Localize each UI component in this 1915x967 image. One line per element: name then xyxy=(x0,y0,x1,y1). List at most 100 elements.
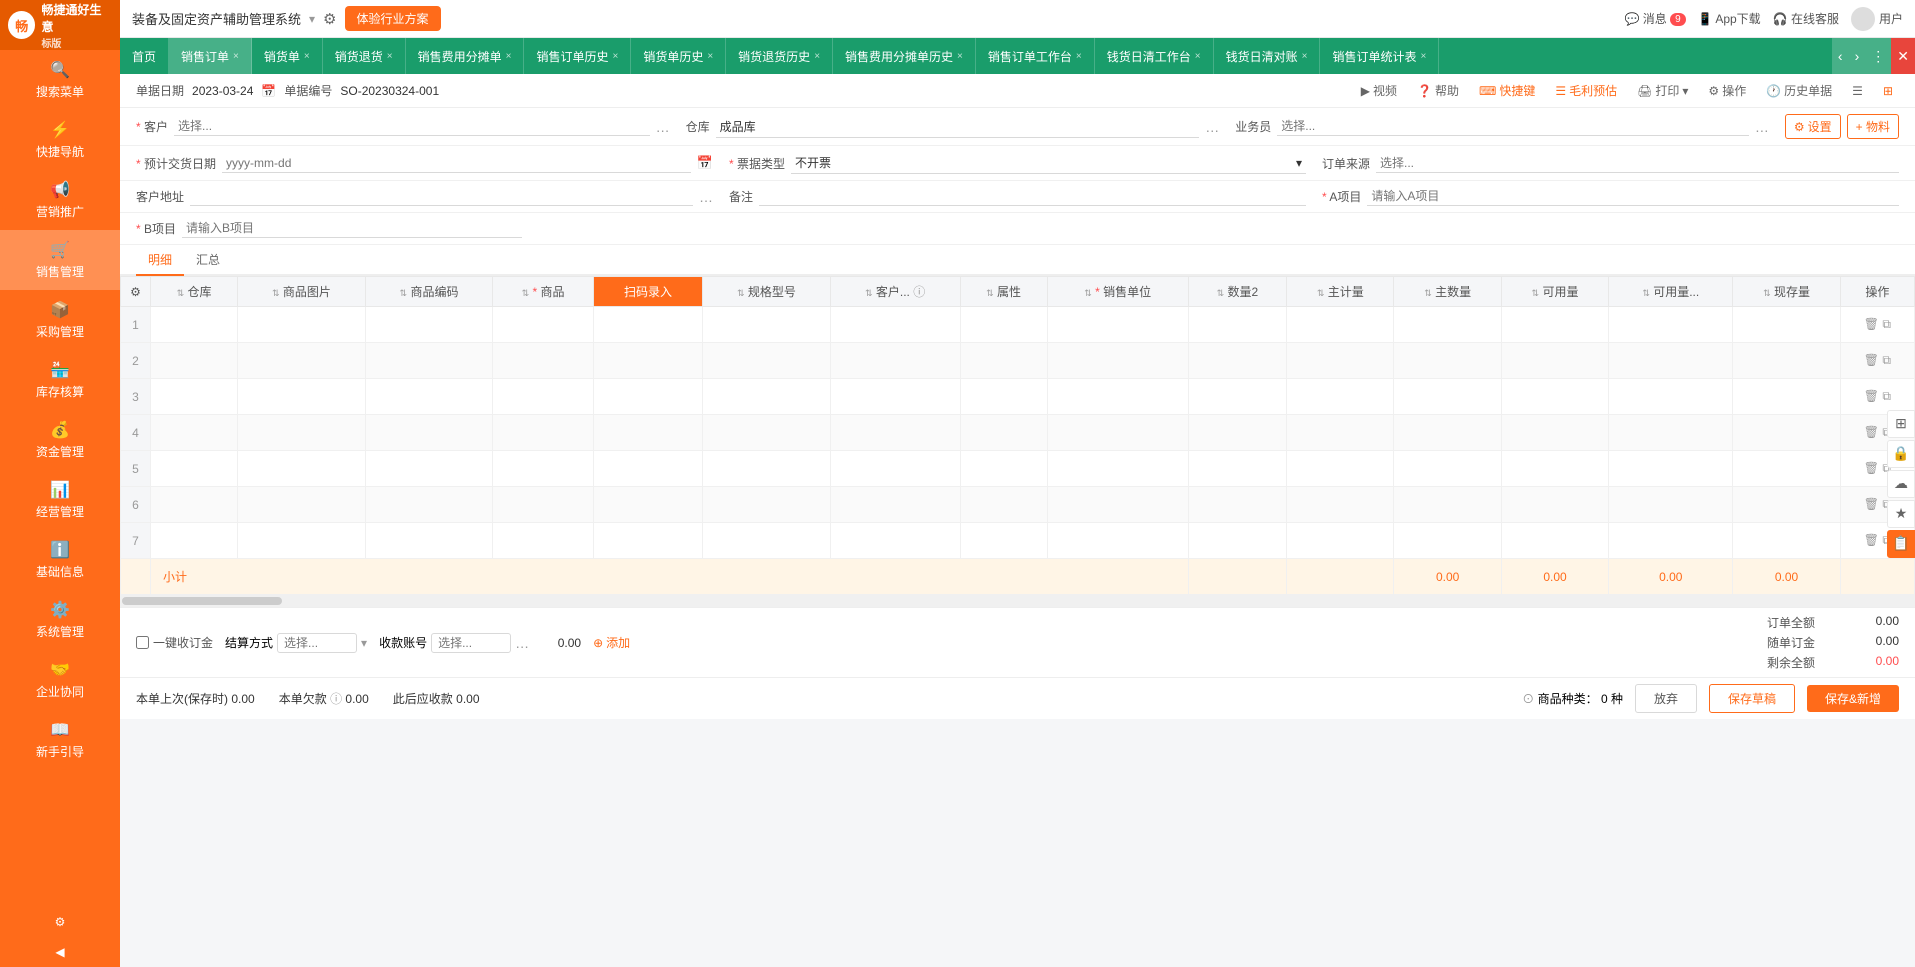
row-scan-4[interactable] xyxy=(593,415,702,451)
row-qty2-3[interactable] xyxy=(1188,379,1286,415)
row-available2-7[interactable] xyxy=(1609,523,1733,559)
row-scan-7[interactable] xyxy=(593,523,702,559)
quick-btn-5[interactable]: 📋 xyxy=(1887,530,1915,558)
add-material-btn[interactable]: + 物料 xyxy=(1847,114,1899,139)
row-customer-code-1[interactable] xyxy=(830,307,960,343)
tab-cash-reconcile[interactable]: 钱货日清对账 × xyxy=(1214,38,1321,74)
row-available-4[interactable] xyxy=(1501,415,1608,451)
row-attr-5[interactable] xyxy=(960,451,1047,487)
row-customer-code-4[interactable] xyxy=(830,415,960,451)
row-available2-2[interactable] xyxy=(1609,343,1733,379)
row-main-unit-2[interactable] xyxy=(1287,343,1394,379)
row-qty2-4[interactable] xyxy=(1188,415,1286,451)
tab-next-btn[interactable]: › xyxy=(1849,38,1866,74)
sidebar-item-operation[interactable]: 📊 经营管理 xyxy=(0,470,120,530)
row-main-qty-4[interactable] xyxy=(1394,415,1501,451)
layout-grid-btn[interactable]: ⊞ xyxy=(1877,82,1899,100)
row-scan-6[interactable] xyxy=(593,487,702,523)
row-attr-2[interactable] xyxy=(960,343,1047,379)
industry-btn[interactable]: 体验行业方案 xyxy=(345,6,441,31)
tab-cash-workbench-close[interactable]: × xyxy=(1195,51,1201,62)
row-unit-1[interactable] xyxy=(1047,307,1188,343)
tab-sales-bill-close[interactable]: × xyxy=(304,51,310,62)
tab-summary[interactable]: 汇总 xyxy=(184,245,232,276)
quick-btn-2[interactable]: 🔒 xyxy=(1887,440,1915,468)
sidebar-item-basic[interactable]: ℹ️ 基础信息 xyxy=(0,530,120,590)
row-attr-3[interactable] xyxy=(960,379,1047,415)
row-spec-2[interactable] xyxy=(703,343,831,379)
app-download-btn[interactable]: 📱 App下载 xyxy=(1698,10,1761,27)
row-scan-2[interactable] xyxy=(593,343,702,379)
row-available2-5[interactable] xyxy=(1609,451,1733,487)
row-current-stock-4[interactable] xyxy=(1733,415,1840,451)
row-customer-code-7[interactable] xyxy=(830,523,960,559)
row-current-stock-3[interactable] xyxy=(1733,379,1840,415)
sidebar-item-quick[interactable]: ⚡ 快捷导航 xyxy=(0,110,120,170)
customer-address-input[interactable] xyxy=(190,187,693,206)
row-main-qty-2[interactable] xyxy=(1394,343,1501,379)
row-code-6[interactable] xyxy=(365,487,493,523)
layout-list-btn[interactable]: ☰ xyxy=(1846,82,1869,100)
row-warehouse-4[interactable] xyxy=(151,415,238,451)
settings-side-btn[interactable]: ⚙ 设置 xyxy=(1785,114,1841,139)
row-delete-icon-7[interactable]: 🗑 xyxy=(1864,533,1879,547)
row-code-7[interactable] xyxy=(365,523,493,559)
tab-sales-order-workbench-close[interactable]: × xyxy=(1076,51,1082,62)
row-main-unit-5[interactable] xyxy=(1287,451,1394,487)
row-delete-icon-2[interactable]: 🗑 xyxy=(1864,353,1879,367)
save-new-btn[interactable]: 保存&新增 xyxy=(1807,685,1899,712)
row-main-qty-6[interactable] xyxy=(1394,487,1501,523)
one-click-payment-checkbox[interactable]: 一键收订金 xyxy=(136,634,213,651)
row-delete-icon-3[interactable]: 🗑 xyxy=(1864,389,1879,403)
customer-input[interactable] xyxy=(174,117,650,136)
row-main-unit-4[interactable] xyxy=(1287,415,1394,451)
row-code-3[interactable] xyxy=(365,379,493,415)
th-settings[interactable]: ⚙ xyxy=(121,277,151,307)
tab-sales-fee-history-close[interactable]: × xyxy=(957,51,963,62)
row-spec-7[interactable] xyxy=(703,523,831,559)
tab-sales-report-close[interactable]: × xyxy=(1420,51,1426,62)
row-warehouse-3[interactable] xyxy=(151,379,238,415)
row-available2-3[interactable] xyxy=(1609,379,1733,415)
row-current-stock-6[interactable] xyxy=(1733,487,1840,523)
horizontal-scrollbar[interactable] xyxy=(120,595,1915,607)
row-copy-icon-1[interactable]: ⧉ xyxy=(1882,317,1891,331)
row-main-qty-7[interactable] xyxy=(1394,523,1501,559)
delivery-date-icon[interactable]: 📅 xyxy=(697,155,713,171)
quick-btn-3[interactable]: ☁ xyxy=(1887,470,1915,498)
row-product-3[interactable] xyxy=(493,379,594,415)
payment-add-btn[interactable]: ⊕ 添加 xyxy=(593,634,630,651)
customer-address-more-icon[interactable]: … xyxy=(699,189,713,205)
shortcut-btn[interactable]: ⌨ 快捷键 xyxy=(1473,80,1541,101)
tab-sales-return-history[interactable]: 销货退货历史 × xyxy=(726,38,833,74)
view-btn[interactable]: ▶ 视频 xyxy=(1355,80,1403,101)
online-support-btn[interactable]: 🎧 在线客服 xyxy=(1773,10,1839,27)
tab-sales-bill[interactable]: 销货单 × xyxy=(252,38,323,74)
row-code-2[interactable] xyxy=(365,343,493,379)
row-image-4[interactable] xyxy=(238,415,366,451)
row-customer-code-5[interactable] xyxy=(830,451,960,487)
row-image-3[interactable] xyxy=(238,379,366,415)
row-product-7[interactable] xyxy=(493,523,594,559)
sidebar-settings-btn[interactable]: ⚙ xyxy=(0,907,120,937)
row-delete-icon-4[interactable]: 🗑 xyxy=(1864,425,1879,439)
row-available2-6[interactable] xyxy=(1609,487,1733,523)
row-delete-icon-1[interactable]: 🗑 xyxy=(1864,317,1879,331)
row-attr-1[interactable] xyxy=(960,307,1047,343)
user-avatar[interactable]: 用户 xyxy=(1851,7,1903,31)
message-btn[interactable]: 💬 消息 9 xyxy=(1625,10,1686,27)
row-image-1[interactable] xyxy=(238,307,366,343)
sidebar-item-sales[interactable]: 🛒 销售管理 xyxy=(0,230,120,290)
row-qty2-5[interactable] xyxy=(1188,451,1286,487)
row-unit-5[interactable] xyxy=(1047,451,1188,487)
print-btn[interactable]: 🖨 打印 ▾ xyxy=(1631,80,1694,101)
tab-sales-fee[interactable]: 销售费用分摊单 × xyxy=(406,38,525,74)
row-attr-6[interactable] xyxy=(960,487,1047,523)
tab-detail[interactable]: 明细 xyxy=(136,245,184,276)
row-scan-1[interactable] xyxy=(593,307,702,343)
tab-prev-btn[interactable]: ‹ xyxy=(1832,38,1849,74)
row-scan-5[interactable] xyxy=(593,451,702,487)
row-unit-7[interactable] xyxy=(1047,523,1188,559)
tab-sales-bill-history[interactable]: 销货单历史 × xyxy=(631,38,726,74)
row-unit-4[interactable] xyxy=(1047,415,1188,451)
